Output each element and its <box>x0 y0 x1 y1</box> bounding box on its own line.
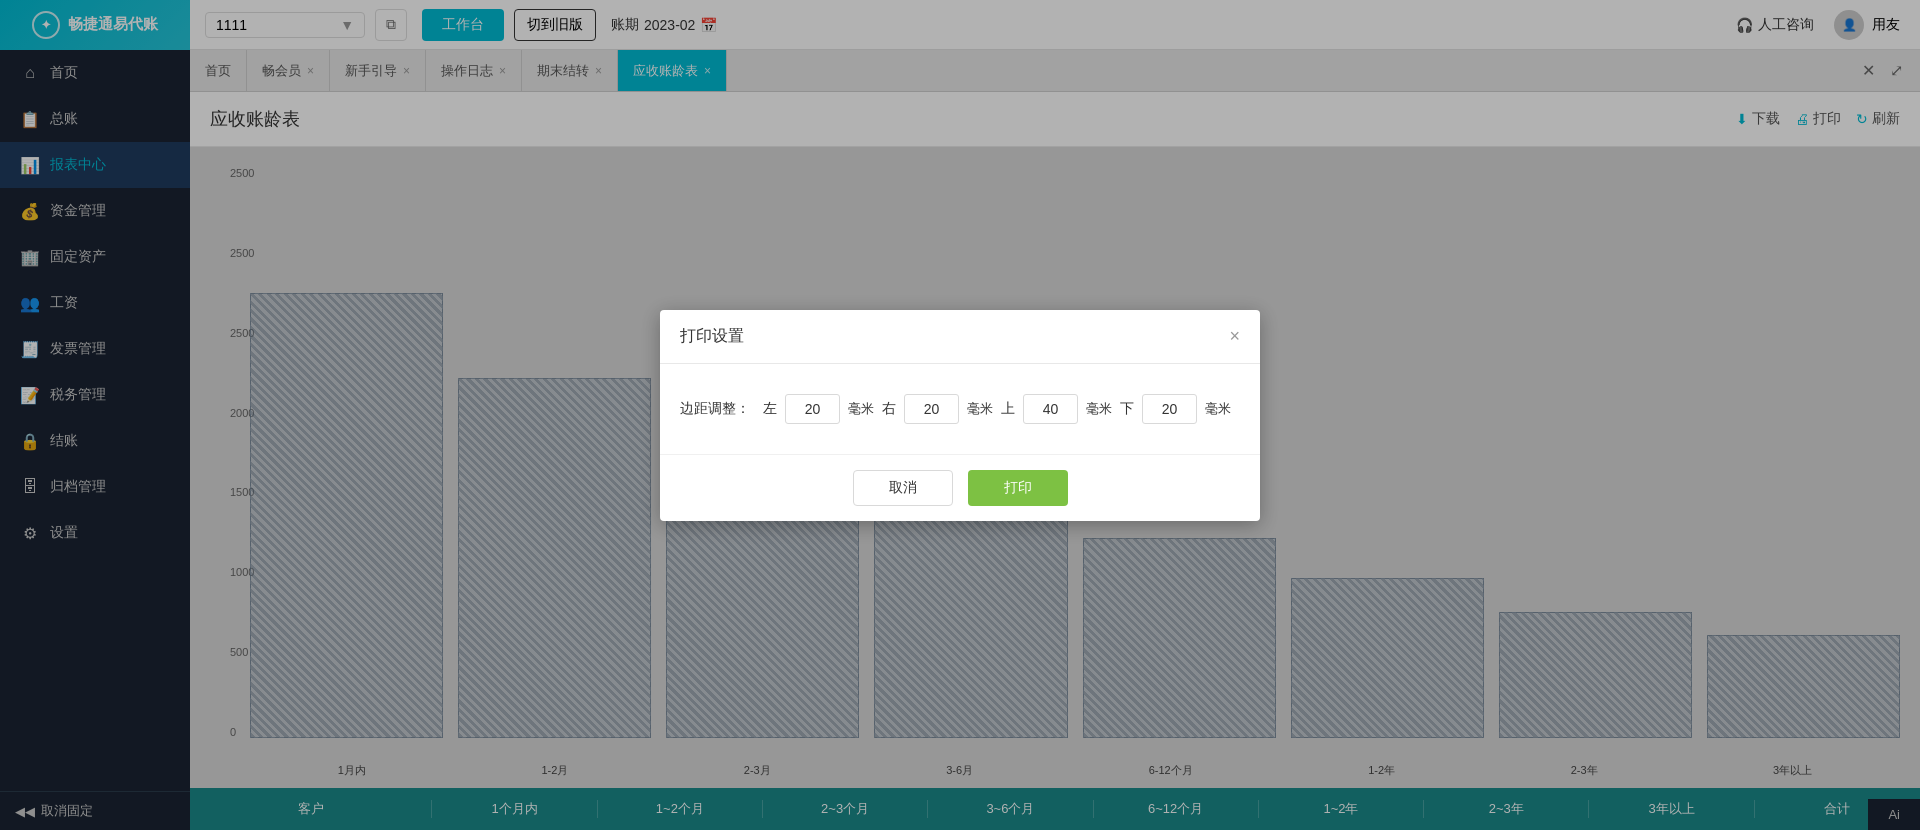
cancel-button[interactable]: 取消 <box>853 470 953 506</box>
bottom-margin-input[interactable] <box>1142 394 1197 424</box>
modal-title: 打印设置 <box>680 326 744 347</box>
modal-header: 打印设置 × <box>660 310 1260 364</box>
left-margin-input[interactable] <box>785 394 840 424</box>
left-unit: 毫米 <box>848 400 874 418</box>
bottom-unit: 毫米 <box>1205 400 1231 418</box>
confirm-print-button[interactable]: 打印 <box>968 470 1068 506</box>
bottom-direction-label: 下 <box>1120 400 1134 418</box>
right-direction-label: 右 <box>882 400 896 418</box>
modal-body: 边距调整： 左 毫米 右 毫米 上 毫米 下 毫米 <box>660 364 1260 454</box>
margin-settings: 边距调整： 左 毫米 右 毫米 上 毫米 下 毫米 <box>680 394 1240 424</box>
right-unit: 毫米 <box>967 400 993 418</box>
top-margin-input[interactable] <box>1023 394 1078 424</box>
modal-footer: 取消 打印 <box>660 454 1260 521</box>
modal-overlay: 打印设置 × 边距调整： 左 毫米 右 毫米 上 毫米 下 毫米 取消 打印 <box>0 0 1920 830</box>
right-margin-input[interactable] <box>904 394 959 424</box>
top-direction-label: 上 <box>1001 400 1015 418</box>
margin-label: 边距调整： <box>680 400 750 418</box>
left-direction-label: 左 <box>763 400 777 418</box>
top-unit: 毫米 <box>1086 400 1112 418</box>
print-dialog: 打印设置 × 边距调整： 左 毫米 右 毫米 上 毫米 下 毫米 取消 打印 <box>660 310 1260 521</box>
modal-close-button[interactable]: × <box>1229 327 1240 345</box>
